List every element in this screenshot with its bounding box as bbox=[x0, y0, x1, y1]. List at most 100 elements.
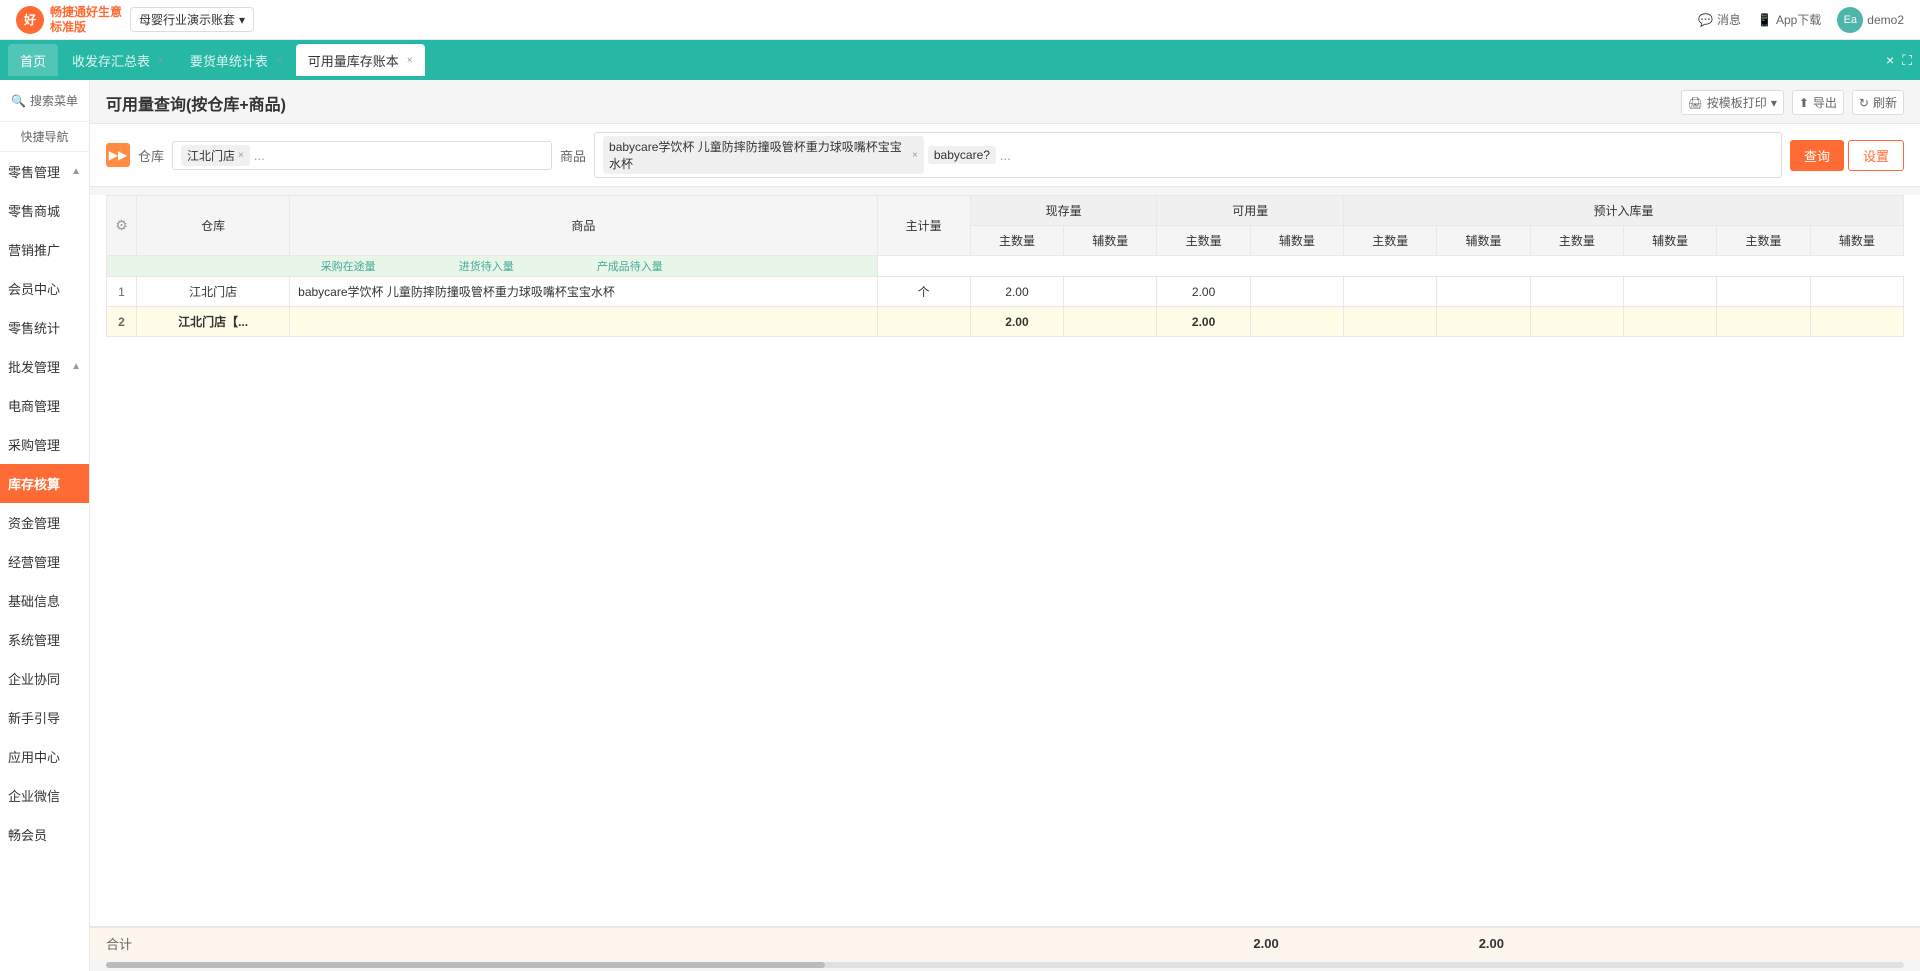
settings-btn[interactable]: 设置 bbox=[1848, 140, 1904, 171]
row-mfg-aux-2 bbox=[1810, 307, 1903, 337]
row-inc-main-1 bbox=[1530, 277, 1623, 307]
table-footer: 合计 2.00 2.00 bbox=[90, 926, 1920, 959]
sub-header-purchased: 采购在途量 bbox=[321, 258, 376, 274]
warehouse-tag-close[interactable]: × bbox=[238, 150, 244, 161]
footer-available-total: 2.00 bbox=[1479, 936, 1504, 951]
sidebar-item-vip[interactable]: 畅会员 bbox=[0, 815, 89, 854]
sidebar-item-app-center[interactable]: 应用中心 bbox=[0, 737, 89, 776]
col-incoming-aux-header: 辅数量 bbox=[1624, 226, 1717, 256]
col-unit-header: 主计量 bbox=[877, 196, 970, 256]
logo-text: 畅捷通好生意 标准版 bbox=[50, 5, 122, 34]
product-label: 商品 bbox=[560, 146, 586, 165]
sidebar-item-ecommerce[interactable]: 电商管理 bbox=[0, 386, 89, 425]
sidebar-item-wholesale-mgmt[interactable]: 批发管理 ▲ bbox=[0, 347, 89, 386]
avatar: Ea bbox=[1837, 7, 1863, 33]
tab-available-inventory[interactable]: 可用量库存账本 × bbox=[296, 44, 425, 76]
sidebar-item-finance[interactable]: 资金管理 bbox=[0, 503, 89, 542]
sidebar-item-enterprise[interactable]: 企业协同 bbox=[0, 659, 89, 698]
warehouse-filter[interactable]: 江北门店 × ... bbox=[172, 141, 552, 170]
product-tag-close-1[interactable]: × bbox=[912, 150, 918, 161]
col-product-header: 商品 bbox=[290, 196, 877, 256]
chevron-icon-2: ▲ bbox=[71, 361, 81, 372]
refresh-icon: ↻ bbox=[1859, 96, 1869, 110]
col-current-aux-header: 辅数量 bbox=[1064, 226, 1157, 256]
tab-close-1[interactable]: × bbox=[276, 55, 282, 66]
tab-order-stats[interactable]: 要货单统计表 × bbox=[178, 44, 294, 76]
row-current-main-2: 2.00 bbox=[970, 307, 1063, 337]
top-bar-left: 好 畅捷通好生意 标准版 母婴行业演示账套 ▾ bbox=[16, 5, 254, 34]
export-btn[interactable]: ⬆ 导出 bbox=[1792, 90, 1844, 115]
sidebar-item-retail-mall[interactable]: 零售商城 bbox=[0, 191, 89, 230]
search-menu-btn[interactable]: 🔍 搜索菜单 bbox=[8, 88, 81, 113]
message-icon: 💬 bbox=[1698, 13, 1713, 27]
col-purchased-aux-header: 辅数量 bbox=[1437, 226, 1530, 256]
product-tag-1: babycare学饮杯 儿童防摔防撞吸管杯重力球吸嘴杯宝宝水杯 × bbox=[603, 136, 924, 174]
col-mfg-main-header: 主数量 bbox=[1717, 226, 1810, 256]
row-current-aux-1 bbox=[1064, 277, 1157, 307]
sidebar: 🔍 搜索菜单 快捷导航 零售管理 ▲ 零售商城 营销推广 会员中心 零售统计 批… bbox=[0, 80, 90, 971]
row-inc-main-2 bbox=[1530, 307, 1623, 337]
export-icon: ⬆ bbox=[1799, 96, 1809, 110]
product-filter[interactable]: babycare学饮杯 儿童防摔防撞吸管杯重力球吸嘴杯宝宝水杯 × babyca… bbox=[594, 132, 1782, 178]
col-current-stock-header: 现存量 bbox=[970, 196, 1157, 226]
horizontal-scrollbar[interactable] bbox=[90, 959, 1920, 971]
tab-close-0[interactable]: × bbox=[158, 55, 164, 66]
row-mfg-main-1 bbox=[1717, 277, 1810, 307]
row-purch-aux-2 bbox=[1437, 307, 1530, 337]
col-settings-header[interactable]: ⚙ bbox=[107, 196, 137, 256]
warehouse-ellipsis[interactable]: ... bbox=[254, 148, 265, 163]
top-bar-right: 💬 消息 📱 App下载 Ea demo2 bbox=[1698, 7, 1904, 33]
expand-filter-btn[interactable]: ▶▶ bbox=[106, 143, 130, 167]
scrollbar-thumb[interactable] bbox=[106, 962, 825, 968]
chevron-icon: ▲ bbox=[71, 166, 81, 177]
row-product-1: babycare学饮杯 儿童防摔防撞吸管杯重力球吸嘴杯宝宝水杯 bbox=[290, 277, 877, 307]
nav-actions: × ⛶ bbox=[1886, 52, 1912, 69]
row-current-aux-2 bbox=[1064, 307, 1157, 337]
warehouse-label: 仓库 bbox=[138, 146, 164, 165]
row-avail-main-2: 2.00 bbox=[1157, 307, 1250, 337]
sidebar-item-retail-stats[interactable]: 零售统计 bbox=[0, 308, 89, 347]
user-menu[interactable]: Ea demo2 bbox=[1837, 7, 1904, 33]
table-row: 1 江北门店 babycare学饮杯 儿童防摔防撞吸管杯重力球吸嘴杯宝宝水杯 个… bbox=[107, 277, 1904, 307]
sidebar-search: 🔍 搜索菜单 bbox=[0, 80, 89, 122]
chevron-print-icon: ▾ bbox=[1771, 96, 1777, 110]
sidebar-item-operations[interactable]: 经营管理 bbox=[0, 542, 89, 581]
app-download-btn[interactable]: 📱 App下载 bbox=[1757, 11, 1821, 28]
sidebar-item-basic-info[interactable]: 基础信息 bbox=[0, 581, 89, 620]
org-selector[interactable]: 母婴行业演示账套 ▾ bbox=[130, 7, 254, 32]
tab-home[interactable]: 首页 bbox=[8, 44, 58, 76]
sidebar-item-marketing[interactable]: 营销推广 bbox=[0, 230, 89, 269]
sidebar-item-wechat-work[interactable]: 企业微信 bbox=[0, 776, 89, 815]
scrollbar-track bbox=[106, 962, 1904, 968]
messages-btn[interactable]: 💬 消息 bbox=[1698, 11, 1741, 28]
row-purch-aux-1 bbox=[1437, 277, 1530, 307]
col-avail-aux-header: 辅数量 bbox=[1250, 226, 1343, 256]
refresh-btn[interactable]: ↻ 刷新 bbox=[1852, 90, 1904, 115]
row-inc-aux-2 bbox=[1624, 307, 1717, 337]
sidebar-item-purchase-mgmt[interactable]: 采购管理 bbox=[0, 425, 89, 464]
col-mfg-aux-header: 辅数量 bbox=[1810, 226, 1903, 256]
quick-nav-btn[interactable]: 快捷导航 bbox=[0, 122, 89, 152]
sidebar-item-guide[interactable]: 新手引导 bbox=[0, 698, 89, 737]
sidebar-item-system-mgmt[interactable]: 系统管理 bbox=[0, 620, 89, 659]
tab-receivable-summary[interactable]: 收发存汇总表 × bbox=[60, 44, 176, 76]
top-bar: 好 畅捷通好生意 标准版 母婴行业演示账套 ▾ 💬 消息 📱 App下载 Ea … bbox=[0, 0, 1920, 40]
print-btn[interactable]: 🖨 按模板打印 ▾ bbox=[1681, 90, 1784, 115]
sidebar-item-inventory[interactable]: 库存核算 bbox=[0, 464, 89, 503]
row-mfg-main-2 bbox=[1717, 307, 1810, 337]
row-avail-main-1: 2.00 bbox=[1157, 277, 1250, 307]
product-ellipsis[interactable]: ... bbox=[1000, 148, 1011, 163]
search-icon: 🔍 bbox=[11, 94, 26, 108]
row-index-1: 1 bbox=[107, 277, 137, 307]
row-product-2 bbox=[290, 307, 877, 337]
row-inc-aux-1 bbox=[1624, 277, 1717, 307]
fullscreen-btn[interactable]: ⛶ bbox=[1902, 52, 1912, 69]
sidebar-item-retail-mgmt[interactable]: 零售管理 ▲ bbox=[0, 152, 89, 191]
logo-area: 好 畅捷通好生意 标准版 bbox=[16, 5, 122, 34]
chevron-down-icon: ▾ bbox=[239, 13, 245, 27]
query-btn[interactable]: 查询 bbox=[1790, 140, 1844, 171]
sidebar-item-member-center[interactable]: 会员中心 bbox=[0, 269, 89, 308]
close-all-tabs-btn[interactable]: × bbox=[1886, 52, 1894, 68]
settings-icon[interactable]: ⚙ bbox=[115, 217, 128, 233]
tab-close-2[interactable]: × bbox=[407, 55, 413, 66]
